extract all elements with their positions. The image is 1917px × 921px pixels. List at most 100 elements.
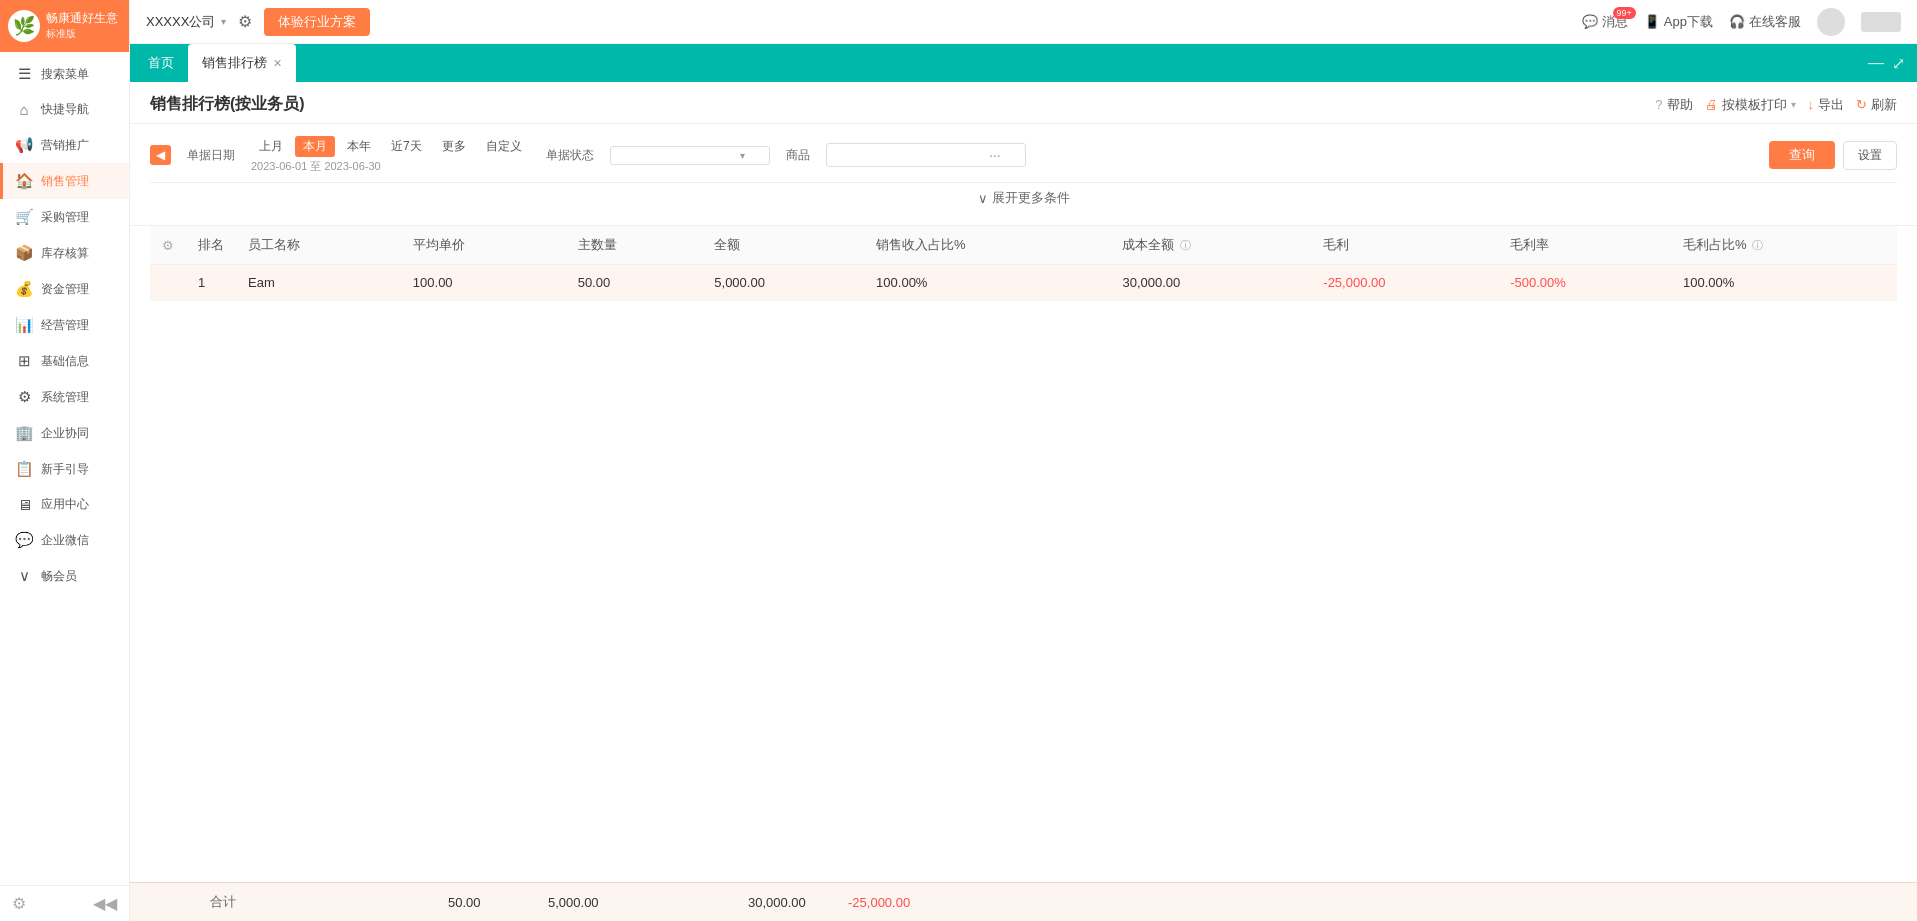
- row-rank-cell: 1: [186, 265, 236, 301]
- tab-home-label: 首页: [148, 54, 174, 72]
- app-label: App下载: [1664, 13, 1713, 31]
- inventory-icon: 📦: [15, 244, 33, 262]
- tab-close-icon[interactable]: ✕: [273, 57, 282, 70]
- help-icon: ?: [1655, 97, 1662, 112]
- sidebar-label-quicknav: 快捷导航: [41, 101, 89, 118]
- tab-minimize-icon[interactable]: —: [1868, 54, 1884, 72]
- th-avg-price: 平均单价: [401, 226, 566, 265]
- export-btn[interactable]: ↓ 导出: [1808, 96, 1845, 114]
- main-area: XXXXX公司 ▾ ⚙ 体验行业方案 💬 消息 99+ 📱 App下载 🎧 在线…: [130, 0, 1917, 921]
- tab-home[interactable]: 首页: [134, 44, 188, 82]
- sidebar-item-marketing[interactable]: 📢 营销推广: [0, 127, 129, 163]
- footer-profit: -25,000.00: [836, 895, 936, 910]
- support-icon: 🎧: [1729, 14, 1745, 29]
- sidebar-item-quicknav[interactable]: ⌂ 快捷导航: [0, 92, 129, 127]
- sidebar-item-system[interactable]: ⚙ 系统管理: [0, 379, 129, 415]
- system-icon: ⚙: [15, 388, 33, 406]
- th-qty: 主数量: [566, 226, 703, 265]
- tab-bar: 首页 销售排行榜 ✕ — ⤢: [130, 44, 1917, 82]
- sidebar-footer: ⚙ ◀◀: [0, 885, 129, 921]
- sidebar-item-appstore[interactable]: 🖥 应用中心: [0, 487, 129, 522]
- date-opt-more[interactable]: 更多: [434, 136, 474, 157]
- message-btn[interactable]: 💬 消息 99+: [1582, 13, 1628, 31]
- goods-select[interactable]: ···: [826, 143, 1026, 167]
- export-label: 导出: [1818, 96, 1844, 114]
- date-opt-7days[interactable]: 近7天: [383, 136, 430, 157]
- header-settings-icon[interactable]: ⚙: [238, 12, 252, 31]
- sidebar-item-sales[interactable]: 🏠 销售管理: [0, 163, 129, 199]
- sidebar-label-wechat: 企业微信: [41, 532, 89, 549]
- cost-info-icon[interactable]: ⓘ: [1180, 239, 1191, 251]
- footer-total-label: 合计: [150, 893, 236, 911]
- app-download-btn[interactable]: 📱 App下载: [1644, 13, 1713, 31]
- sidebar-label-appstore: 应用中心: [41, 496, 89, 513]
- table-header-row: ⚙ 排名 员工名称 平均单价 主数量 全额 销售收入占比% 成本全额 ⓘ 毛利 …: [150, 226, 1897, 265]
- sidebar-item-purchase[interactable]: 🛒 采购管理: [0, 199, 129, 235]
- date-options: 上月 本月 本年 近7天 更多 自定义 2023-06-01 至 2023-06…: [251, 136, 530, 174]
- th-profit: 毛利: [1311, 226, 1498, 265]
- row-sales-pct-cell: 100.00%: [864, 265, 1110, 301]
- logo-icon: 🌿: [8, 10, 40, 42]
- status-filter-label: 单据状态: [546, 147, 594, 164]
- filter-area: ◀ 单据日期 上月 本月 本年 近7天 更多 自定义 2023-06-01 至 …: [130, 124, 1917, 226]
- sidebar-item-basic[interactable]: ⊞ 基础信息: [0, 343, 129, 379]
- sidebar-item-finance[interactable]: 💰 资金管理: [0, 271, 129, 307]
- th-profit-rate: 毛利率: [1498, 226, 1671, 265]
- sidebar-item-member[interactable]: ∨ 畅会员: [0, 558, 129, 594]
- sidebar-collapse-icon[interactable]: ◀◀: [93, 894, 117, 913]
- try-industry-button[interactable]: 体验行业方案: [264, 8, 370, 36]
- data-table: ⚙ 排名 员工名称 平均单价 主数量 全额 销售收入占比% 成本全额 ⓘ 毛利 …: [150, 226, 1897, 301]
- export-icon: ↓: [1808, 97, 1815, 112]
- row-profit-cell: -25,000.00: [1311, 265, 1498, 301]
- sidebar-label-member: 畅会员: [41, 568, 77, 585]
- filter-row-1: ◀ 单据日期 上月 本月 本年 近7天 更多 自定义 2023-06-01 至 …: [150, 136, 1897, 174]
- sidebar-label-finance: 资金管理: [41, 281, 89, 298]
- sidebar-item-enterprise[interactable]: 🏢 企业协同: [0, 415, 129, 451]
- support-label: 在线客服: [1749, 13, 1801, 31]
- company-selector[interactable]: XXXXX公司 ▾: [146, 13, 226, 31]
- avatar[interactable]: [1817, 8, 1845, 36]
- sidebar-item-inventory[interactable]: 📦 库存核算: [0, 235, 129, 271]
- refresh-btn[interactable]: ↻ 刷新: [1856, 96, 1897, 114]
- sidebar-label-operation: 经营管理: [41, 317, 89, 334]
- date-opt-thismonth[interactable]: 本月: [295, 136, 335, 157]
- th-settings[interactable]: ⚙: [150, 226, 186, 265]
- help-label: 帮助: [1667, 96, 1693, 114]
- tab-fullscreen-icon[interactable]: ⤢: [1892, 54, 1905, 73]
- help-btn[interactable]: ? 帮助: [1655, 96, 1692, 114]
- page-title: 销售排行榜(按业务员): [150, 94, 305, 115]
- sidebar-settings-icon[interactable]: ⚙: [12, 894, 26, 913]
- top-header: XXXXX公司 ▾ ⚙ 体验行业方案 💬 消息 99+ 📱 App下载 🎧 在线…: [130, 0, 1917, 44]
- guide-icon: 📋: [15, 460, 33, 478]
- date-opt-thisyear[interactable]: 本年: [339, 136, 379, 157]
- table-container: ⚙ 排名 员工名称 平均单价 主数量 全额 销售收入占比% 成本全额 ⓘ 毛利 …: [130, 226, 1917, 882]
- username-area: [1861, 12, 1901, 32]
- sidebar-item-guide[interactable]: 📋 新手引导: [0, 451, 129, 487]
- status-select[interactable]: ▾: [610, 146, 770, 165]
- date-opt-custom[interactable]: 自定义: [478, 136, 530, 157]
- tab-bar-actions: — ⤢: [1868, 54, 1913, 73]
- quicknav-icon: ⌂: [15, 101, 33, 118]
- date-opt-lastmonth[interactable]: 上月: [251, 136, 291, 157]
- sidebar-item-operation[interactable]: 📊 经营管理: [0, 307, 129, 343]
- query-button[interactable]: 查询: [1769, 141, 1835, 169]
- header-right: 💬 消息 99+ 📱 App下载 🎧 在线客服: [1582, 8, 1901, 36]
- expand-more-btn[interactable]: ∨ 展开更多条件: [150, 182, 1897, 213]
- expand-chevron-icon: ∨: [978, 191, 988, 206]
- enterprise-icon: 🏢: [15, 424, 33, 442]
- print-btn[interactable]: 🖨 按模板打印 ▾: [1705, 96, 1796, 114]
- date-options-row: 上月 本月 本年 近7天 更多 自定义: [251, 136, 530, 157]
- online-support-btn[interactable]: 🎧 在线客服: [1729, 13, 1801, 31]
- settings-button[interactable]: 设置: [1843, 141, 1897, 170]
- filter-collapse-icon[interactable]: ◀: [150, 145, 171, 165]
- tab-sales-rank[interactable]: 销售排行榜 ✕: [188, 44, 296, 82]
- sidebar-label-enterprise: 企业协同: [41, 425, 89, 442]
- sidebar-label-guide: 新手引导: [41, 461, 89, 478]
- sidebar-item-search[interactable]: ☰ 搜索菜单: [0, 56, 129, 92]
- finance-icon: 💰: [15, 280, 33, 298]
- sidebar-item-wechat[interactable]: 💬 企业微信: [0, 522, 129, 558]
- profit-pct-info-icon[interactable]: ⓘ: [1752, 239, 1763, 251]
- row-amount-cell: 5,000.00: [702, 265, 864, 301]
- print-label: 按模板打印: [1722, 96, 1787, 114]
- logo-text: 畅康通好生意: [46, 11, 118, 27]
